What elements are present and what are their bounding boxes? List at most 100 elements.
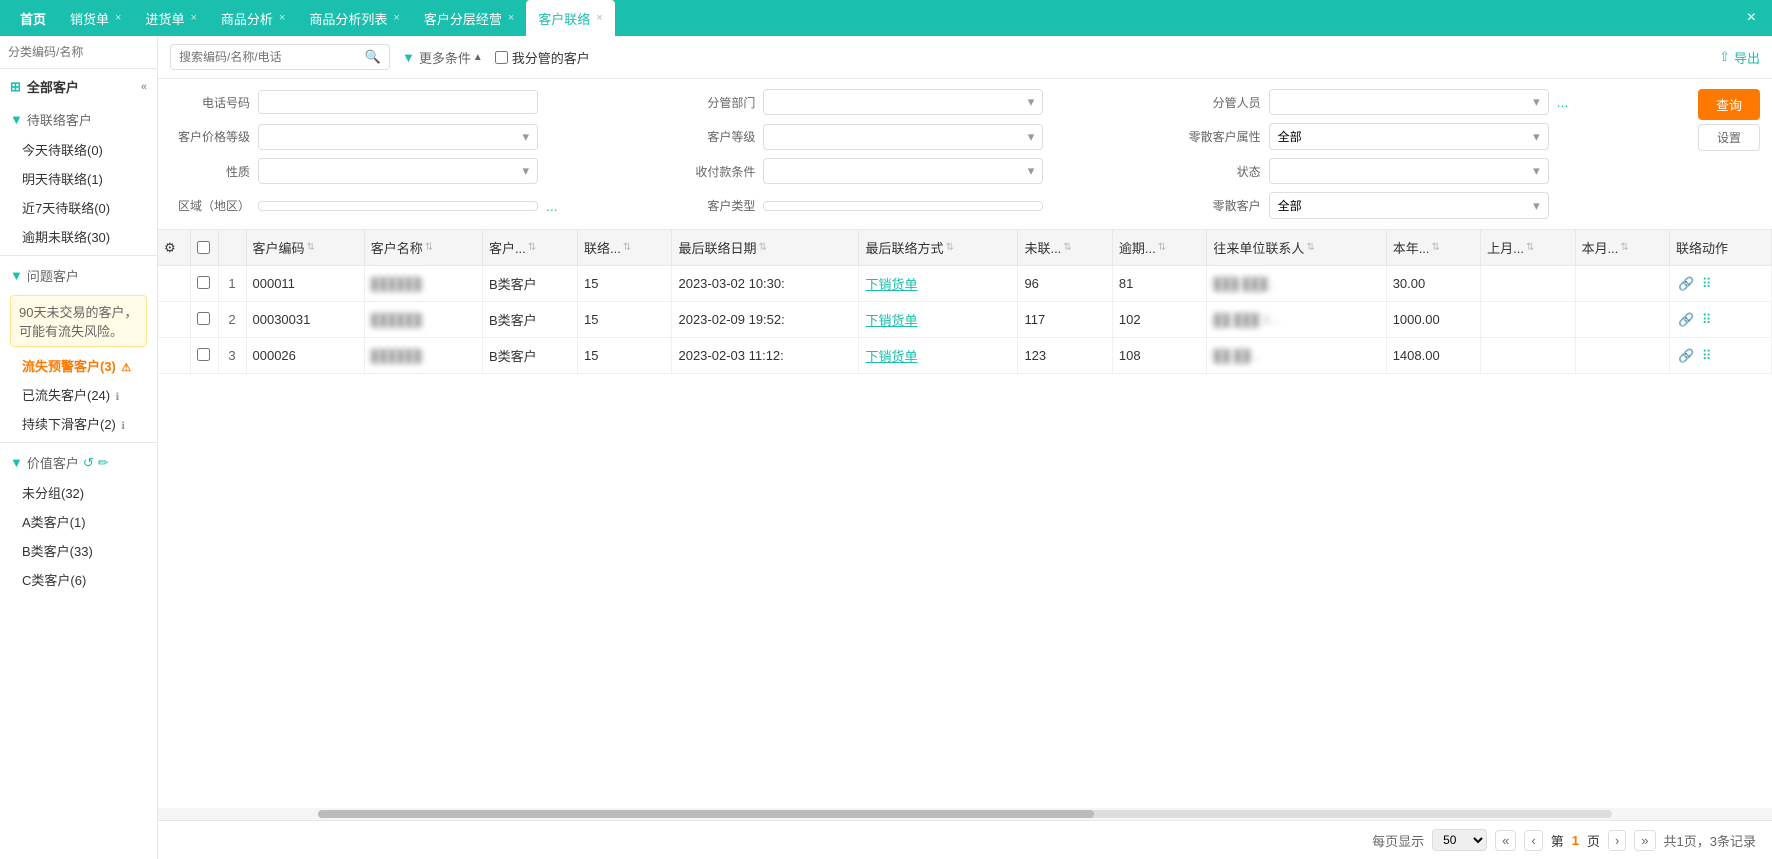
row-checkbox-3[interactable] (197, 348, 210, 361)
close-tab-analysis[interactable]: × (279, 12, 285, 24)
tab-purchase[interactable]: 进货单 × (133, 0, 208, 36)
th-overdue[interactable]: 逾期... ⇅ (1112, 230, 1206, 266)
sidebar-item-tomorrow[interactable]: 明天待联络(1) (0, 164, 157, 193)
sidebar-item-churned[interactable]: 已流失客户(24) ℹ (0, 380, 157, 409)
next-page-button[interactable]: › (1608, 830, 1626, 851)
per-page-select[interactable]: 50 20 100 (1432, 829, 1487, 851)
sidebar-item-today[interactable]: 今天待联络(0) (0, 135, 157, 164)
cell-year-2: 1000.00 (1386, 302, 1480, 338)
sidebar-item-declining[interactable]: 持续下滑客户(2) ℹ (0, 409, 157, 438)
settings-button[interactable]: 设置 (1698, 124, 1760, 151)
tab-sales[interactable]: 销货单 × (58, 0, 133, 36)
phone-input[interactable] (258, 90, 538, 114)
tab-customer-segment[interactable]: 客户分层经营 × (412, 0, 526, 36)
filter-zero-attr: 零散客户属性 全部 ▾ (1181, 123, 1686, 150)
tab-analysis[interactable]: 商品分析 × (209, 0, 297, 36)
sidebar-pending-title[interactable]: ▼ 待联络客户 (0, 104, 157, 135)
cell-last-date-2: 2023-02-09 19:52: (672, 302, 859, 338)
action-chat-icon-2[interactable]: 🔗 (1678, 312, 1694, 327)
cell-last-way-3[interactable]: 下销货单 (859, 338, 1018, 374)
action-chat-icon-1[interactable]: 🔗 (1678, 276, 1694, 291)
first-page-button[interactable]: « (1495, 830, 1516, 851)
action-more-icon-1[interactable]: ⠿ (1702, 276, 1712, 291)
tab-customer-link[interactable]: 客户联络 × (526, 0, 614, 36)
tab-home[interactable]: 首页 (8, 0, 58, 36)
export-button[interactable]: ⇧ 导出 (1719, 48, 1760, 67)
prev-page-button[interactable]: ‹ (1524, 830, 1542, 851)
th-last-month[interactable]: 上月... ⇅ (1481, 230, 1575, 266)
th-this-year[interactable]: 本年... ⇅ (1386, 230, 1480, 266)
th-type[interactable]: 客户... ⇅ (482, 230, 577, 266)
row-checkbox-2[interactable] (197, 312, 210, 325)
sidebar-all-customers[interactable]: ⊞ 全部客户 « (0, 69, 157, 104)
th-code[interactable]: 客户编码 ⇅ (246, 230, 364, 266)
row-checkbox-1[interactable] (197, 276, 210, 289)
region-more-btn[interactable]: ... (546, 198, 558, 214)
filter-more-button[interactable]: ▼ 更多条件 ▲ (402, 48, 483, 67)
zero-attr-select[interactable]: 全部 ▾ (1269, 123, 1549, 150)
sidebar-churn-title[interactable]: ▼ 问题客户 (0, 260, 157, 291)
select-all-checkbox[interactable] (197, 241, 210, 254)
th-last-date[interactable]: 最后联络日期 ⇅ (672, 230, 859, 266)
horizontal-scrollbar[interactable] (158, 808, 1772, 820)
close-tab-sales[interactable]: × (115, 12, 121, 24)
manager-more-btn[interactable]: ... (1557, 94, 1569, 110)
th-gear[interactable]: ⚙ (158, 230, 190, 266)
action-chat-icon-3[interactable]: 🔗 (1678, 348, 1694, 363)
cell-overdue-3: 108 (1112, 338, 1206, 374)
close-tab-purchase[interactable]: × (190, 12, 196, 24)
last-page-button[interactable]: » (1634, 830, 1655, 851)
status-select[interactable]: ▾ (1269, 158, 1549, 184)
region-select[interactable] (258, 201, 538, 211)
sidebar-item-a[interactable]: A类客户(1) (0, 507, 157, 536)
cell-check-3[interactable] (190, 338, 218, 374)
customer-type-select[interactable] (763, 201, 1043, 211)
price-level-select[interactable]: ▾ (258, 124, 538, 150)
manager-select[interactable]: ▾ (1269, 89, 1549, 115)
sidebar-item-b[interactable]: B类客户(33) (0, 536, 157, 565)
department-select[interactable]: ▾ (763, 89, 1043, 115)
cell-year-3: 1408.00 (1386, 338, 1480, 374)
th-num (218, 230, 246, 266)
th-unlinked[interactable]: 未联... ⇅ (1018, 230, 1112, 266)
my-customers-checkbox[interactable] (495, 51, 508, 64)
th-contact[interactable]: 联络... ⇅ (578, 230, 672, 266)
action-more-icon-2[interactable]: ⠿ (1702, 312, 1712, 327)
sidebar-item-ungroup[interactable]: 未分组(32) (0, 478, 157, 507)
nature-select[interactable]: ▾ (258, 158, 538, 184)
action-more-icon-3[interactable]: ⠿ (1702, 348, 1712, 363)
cell-last-way-1[interactable]: 下销货单 (859, 266, 1018, 302)
sidebar-item-c[interactable]: C类客户(6) (0, 565, 157, 594)
main-search-icon[interactable]: 🔍 (365, 49, 381, 65)
main-search-input[interactable] (179, 50, 361, 64)
scroll-thumb[interactable] (318, 810, 1094, 818)
sidebar-item-7days[interactable]: 近7天待联络(0) (0, 193, 157, 222)
sidebar-value-title[interactable]: ▼ 价值客户 ↺ ✏ (0, 447, 157, 478)
sort-icon-overdue: ⇅ (1158, 242, 1166, 253)
window-close-button[interactable]: × (1739, 9, 1764, 27)
sidebar-item-overdue[interactable]: 逾期未联络(30) (0, 222, 157, 251)
close-tab-customer-link[interactable]: × (596, 12, 602, 24)
edit-icon[interactable]: ✏ (98, 455, 109, 471)
query-button[interactable]: 查询 (1698, 89, 1760, 120)
th-last-way[interactable]: 最后联络方式 ⇅ (859, 230, 1018, 266)
cell-overdue-1: 81 (1112, 266, 1206, 302)
cell-last-way-2[interactable]: 下销货单 (859, 302, 1018, 338)
th-name[interactable]: 客户名称 ⇅ (364, 230, 482, 266)
close-tab-analysis-list[interactable]: × (393, 12, 399, 24)
sidebar-item-churn-warning[interactable]: 流失预警客户(3) ⚠ (0, 351, 157, 380)
my-customers-checkbox-area[interactable]: 我分管的客户 (495, 48, 590, 67)
sidebar-search-input[interactable] (8, 45, 158, 59)
payment-select[interactable]: ▾ (763, 158, 1043, 184)
tab-analysis-list[interactable]: 商品分析列表 × (297, 0, 411, 36)
th-checkbox[interactable] (190, 230, 218, 266)
cell-check-1[interactable] (190, 266, 218, 302)
close-tab-customer-segment[interactable]: × (508, 12, 514, 24)
th-this-month[interactable]: 本月... ⇅ (1575, 230, 1669, 266)
refresh-icon[interactable]: ↺ (83, 455, 94, 471)
cell-code-2: 00030031 (246, 302, 364, 338)
th-unit-contact[interactable]: 往来单位联系人 ⇅ (1207, 230, 1386, 266)
level-select[interactable]: ▾ (763, 124, 1043, 150)
cell-check-2[interactable] (190, 302, 218, 338)
zero-customer-select[interactable]: 全部 ▾ (1269, 192, 1549, 219)
